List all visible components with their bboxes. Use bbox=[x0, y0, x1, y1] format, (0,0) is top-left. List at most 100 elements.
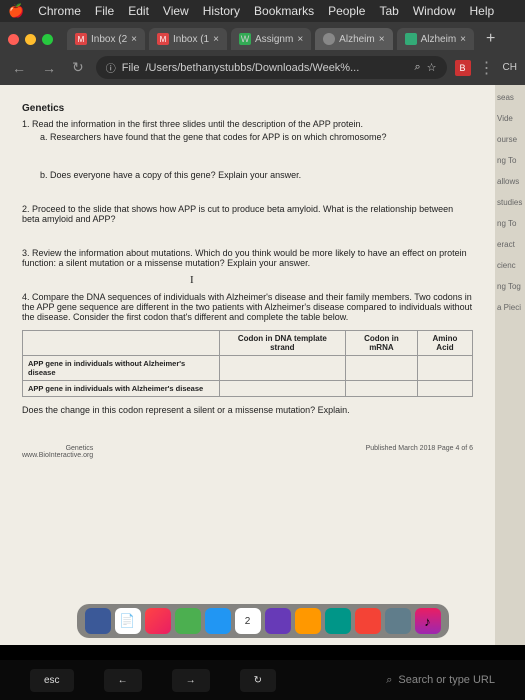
cell bbox=[345, 356, 417, 381]
question-2: 2. Proceed to the slide that shows how A… bbox=[22, 204, 473, 224]
dock-app-icon[interactable] bbox=[295, 608, 321, 634]
address-bar: ← → ↻ ⓘ File /Users/bethanystubbs/Downlo… bbox=[0, 50, 525, 85]
table-row: APP gene in individuals without Alzheime… bbox=[23, 356, 473, 381]
touchbar-search[interactable]: ⌕ Search or type URL bbox=[386, 674, 495, 687]
url-input[interactable]: ⓘ File /Users/bethanystubbs/Downloads/We… bbox=[96, 56, 447, 79]
menu-chrome[interactable]: Chrome bbox=[38, 4, 81, 18]
menu-bookmarks[interactable]: Bookmarks bbox=[254, 4, 314, 18]
mail-icon: M bbox=[75, 33, 87, 45]
dock-app-icon[interactable] bbox=[385, 608, 411, 634]
bookmark-folder[interactable]: CH bbox=[503, 62, 517, 73]
info-icon[interactable]: ⓘ bbox=[106, 60, 116, 75]
tab-close-icon[interactable]: × bbox=[297, 34, 303, 45]
peek-text: eract bbox=[497, 240, 523, 249]
peek-text: Vide bbox=[497, 114, 523, 123]
dock-calendar-icon[interactable]: 2 bbox=[235, 608, 261, 634]
cell bbox=[345, 381, 417, 397]
tab-label: Alzheim bbox=[421, 34, 457, 45]
text-cursor-icon: I bbox=[190, 274, 194, 286]
minimize-window-button[interactable] bbox=[25, 34, 36, 45]
browser-tab-strip: M Inbox (2 × M Inbox (1 × W Assignm × Al… bbox=[0, 22, 525, 50]
menu-tab[interactable]: Tab bbox=[379, 4, 398, 18]
q4-number: 4. bbox=[22, 292, 30, 302]
dock-app-icon[interactable] bbox=[145, 608, 171, 634]
dock-app-icon[interactable] bbox=[85, 608, 111, 634]
url-scheme-label: File bbox=[122, 62, 140, 74]
document-icon bbox=[323, 33, 335, 45]
peek-text: cienc bbox=[497, 261, 523, 270]
tab-alzheimer-1[interactable]: Alzheim × bbox=[315, 28, 392, 50]
tab-label: Inbox (2 bbox=[91, 34, 127, 45]
touchbar: esc ← → ↻ ⌕ Search or type URL bbox=[0, 660, 525, 700]
search-icon: ⌕ bbox=[386, 674, 392, 687]
tab-inbox-2[interactable]: M Inbox (1 × bbox=[149, 28, 227, 50]
dock-app-icon[interactable] bbox=[265, 608, 291, 634]
touchbar-esc[interactable]: esc bbox=[30, 669, 74, 692]
tab-close-icon[interactable]: × bbox=[379, 34, 385, 45]
back-button[interactable]: ← bbox=[8, 60, 30, 76]
tab-label: Alzheim bbox=[339, 34, 375, 45]
table-header-row: Codon in DNA template strand Codon in mR… bbox=[23, 331, 473, 356]
tab-assignment[interactable]: W Assignm × bbox=[231, 28, 311, 50]
macos-dock: 📄 2 ♪ bbox=[0, 604, 525, 638]
peek-text: ng To bbox=[497, 219, 523, 228]
cell bbox=[219, 356, 345, 381]
extension-badge[interactable]: B bbox=[455, 60, 471, 76]
menu-edit[interactable]: Edit bbox=[128, 4, 149, 18]
q2-number: 2. bbox=[22, 204, 30, 214]
dock-music-icon[interactable]: ♪ bbox=[415, 608, 441, 634]
question-1b: b. Does everyone have a copy of this gen… bbox=[22, 170, 473, 180]
dock-app-icon[interactable]: 📄 bbox=[115, 608, 141, 634]
q4-text: Compare the DNA sequences of individuals… bbox=[22, 292, 472, 322]
q4-followup: Does the change in this codon represent … bbox=[22, 405, 473, 415]
footer-url: www.BioInteractive.org bbox=[22, 452, 93, 459]
menu-icon[interactable]: ⋮ bbox=[479, 58, 495, 78]
question-4: 4. Compare the DNA sequences of individu… bbox=[22, 292, 473, 415]
site-icon bbox=[405, 33, 417, 45]
touchbar-back[interactable]: ← bbox=[104, 669, 142, 692]
row-with-label: APP gene in individuals with Alzheimer's… bbox=[23, 381, 220, 397]
forward-button[interactable]: → bbox=[38, 60, 60, 76]
tab-close-icon[interactable]: × bbox=[213, 34, 219, 45]
tab-label: Assignm bbox=[255, 34, 293, 45]
menu-help[interactable]: Help bbox=[470, 4, 495, 18]
question-1: 1. Read the information in the first thr… bbox=[22, 119, 473, 142]
peek-text: ourse bbox=[497, 135, 523, 144]
q1a-label: a. bbox=[40, 132, 48, 142]
q3-text: Review the information about mutations. … bbox=[22, 248, 467, 268]
peek-text: seas bbox=[497, 93, 523, 102]
q1b-label: b. bbox=[40, 170, 48, 180]
dock-app-icon[interactable] bbox=[355, 608, 381, 634]
menu-window[interactable]: Window bbox=[413, 4, 456, 18]
dock-app-icon[interactable] bbox=[325, 608, 351, 634]
maximize-window-button[interactable] bbox=[42, 34, 53, 45]
reload-button[interactable]: ↻ bbox=[68, 59, 88, 76]
menu-people[interactable]: People bbox=[328, 4, 365, 18]
dock-app-icon[interactable] bbox=[205, 608, 231, 634]
menu-history[interactable]: History bbox=[203, 4, 240, 18]
touchbar-forward[interactable]: → bbox=[172, 669, 210, 692]
url-path: /Users/bethanystubbs/Downloads/Week%... bbox=[145, 62, 359, 74]
close-window-button[interactable] bbox=[8, 34, 19, 45]
tab-close-icon[interactable]: × bbox=[460, 34, 466, 45]
search-icon[interactable]: ⌕ bbox=[415, 61, 421, 74]
dock-app-icon[interactable] bbox=[175, 608, 201, 634]
menu-file[interactable]: File bbox=[95, 4, 114, 18]
tab-inbox-1[interactable]: M Inbox (2 × bbox=[67, 28, 145, 50]
assignment-icon: W bbox=[239, 33, 251, 45]
menu-view[interactable]: View bbox=[163, 4, 189, 18]
q1b-text: Does everyone have a copy of this gene? … bbox=[50, 170, 301, 180]
peek-text: a Pieci bbox=[497, 303, 523, 312]
tab-close-icon[interactable]: × bbox=[131, 34, 137, 45]
tab-alzheimer-2[interactable]: Alzheim × bbox=[397, 28, 474, 50]
apple-icon[interactable]: 🍎 bbox=[8, 3, 24, 19]
tab-label: Inbox (1 bbox=[173, 34, 209, 45]
table-row: APP gene in individuals with Alzheimer's… bbox=[23, 381, 473, 397]
new-tab-button[interactable]: + bbox=[478, 30, 503, 48]
touchbar-reload[interactable]: ↻ bbox=[240, 669, 276, 692]
star-icon[interactable]: ☆ bbox=[427, 61, 437, 74]
question-3: 3. Review the information about mutation… bbox=[22, 248, 473, 268]
footer-title: Genetics bbox=[22, 445, 93, 452]
document-footer: Genetics www.BioInteractive.org Publishe… bbox=[22, 445, 473, 452]
table-header-mrna: Codon in mRNA bbox=[345, 331, 417, 356]
